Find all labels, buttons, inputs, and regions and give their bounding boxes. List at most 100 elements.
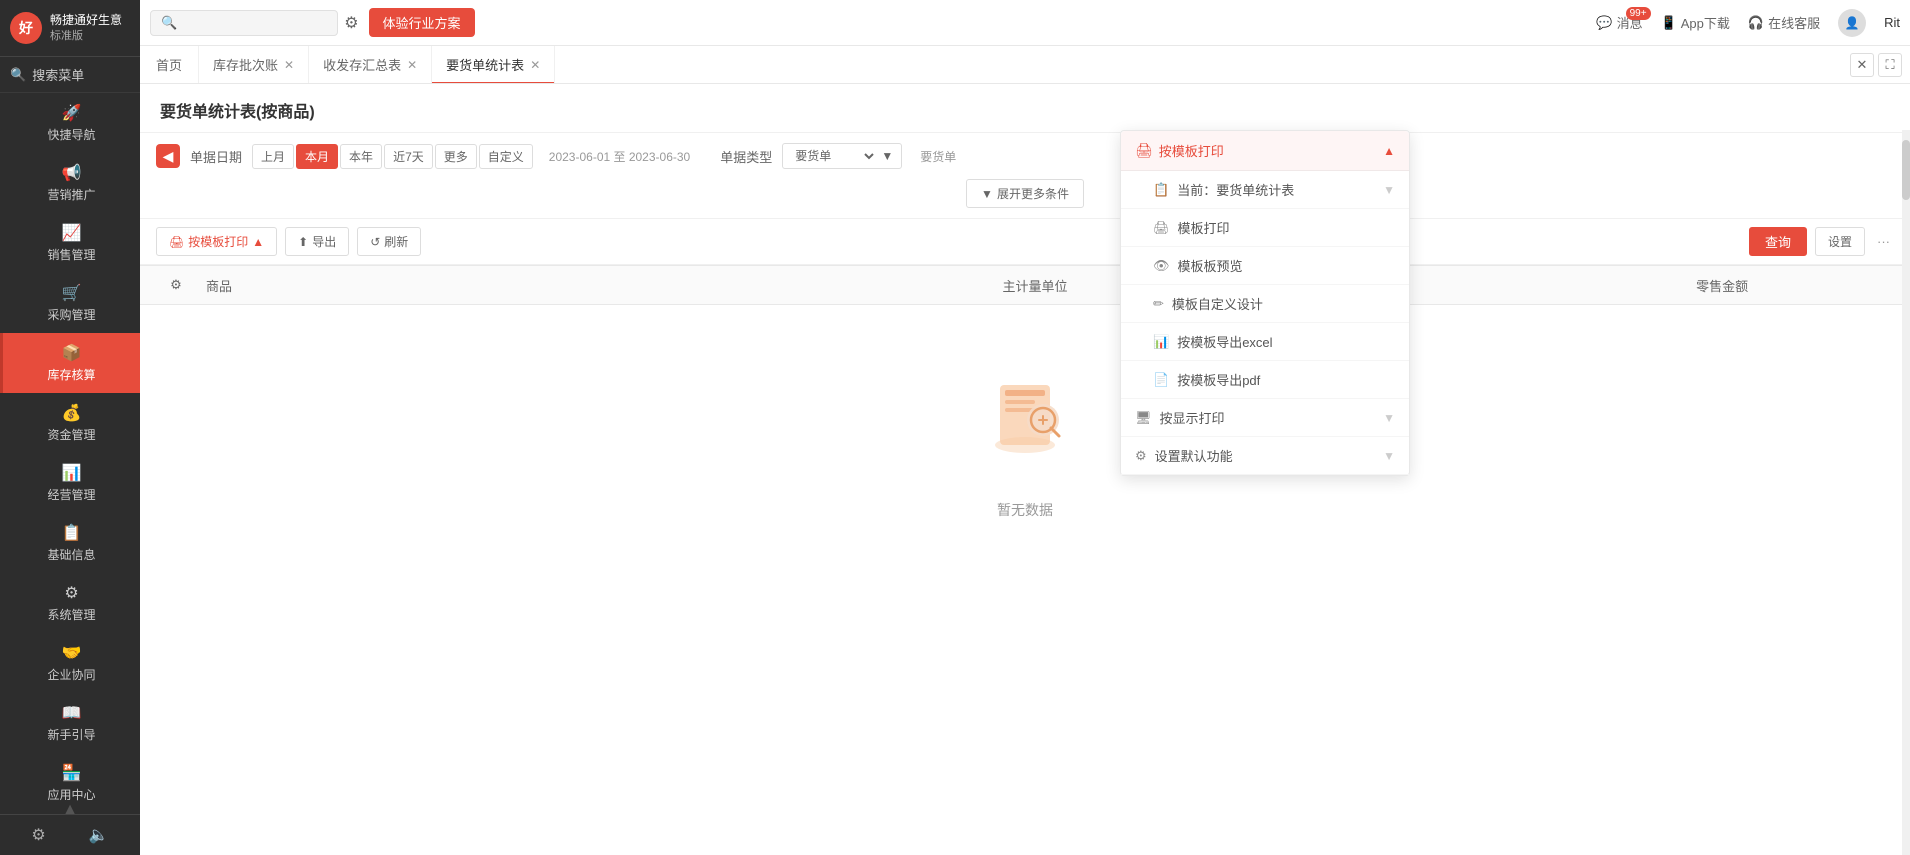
current-template-icon: 📋 [1153,182,1169,198]
dropdown-display-print[interactable]: 🖥 按显示打印 ▼ [1121,399,1409,437]
page-header: 要货单统计表(按商品) [140,84,1910,133]
topbar-right: 💬 消息 99+ 📱 App下载 🎧 在线客服 👤 Rit [1596,9,1900,37]
tab-close-receive-summary[interactable]: ✕ [407,58,417,72]
topbar-search-box[interactable]: 🔍 [150,10,338,36]
table-settings-icon[interactable]: ⚙ [170,277,182,292]
dropdown-template-preview[interactable]: 👁 模板板预览 [1121,247,1409,285]
messages-btn[interactable]: 💬 消息 99+ [1596,13,1642,32]
online-service-icon: 🎧 [1748,15,1764,31]
dropdown-title: 按模板打印 [1159,141,1383,160]
sidebar-bottom: ⚙ 🔈 [0,814,140,855]
export-pdf-label: 按模板导出pdf [1177,370,1395,389]
sidebar-item-label: 企业协同 [47,666,95,683]
template-preview-icon: 👁 [1153,258,1170,274]
tab-inventory-batch[interactable]: 库存批次账 ✕ [199,46,309,84]
tab-order-stats[interactable]: 要货单统计表 ✕ [432,46,555,84]
sidebar-item-quick-nav[interactable]: 🚀 快捷导航 [0,93,140,153]
expand-more-btn[interactable]: ▼ 展开更多条件 [966,179,1084,208]
refresh-label: 刷新 [384,233,408,250]
date-btn-current-month[interactable]: 本月 [296,144,338,169]
type-filter-label: 单据类型 [720,147,772,166]
tab-home[interactable]: 首页 [140,46,199,84]
tab-receive-summary[interactable]: 收发存汇总表 ✕ [309,46,432,84]
print-btn[interactable]: 🖨 按模板打印 ▲ [156,227,277,256]
sidebar-item-label: 营销推广 [47,186,95,203]
guide-icon: 📖 [62,703,82,723]
dropdown-set-default[interactable]: ⚙ 设置默认功能 ▼ [1121,437,1409,475]
tabbar-expand-btn[interactable]: ⛶ [1878,53,1902,77]
sidebar-item-sales[interactable]: 📈 销售管理 [0,213,140,273]
sidebar-item-inventory[interactable]: 📦 库存核算 [0,333,140,393]
app-download-btn[interactable]: 📱 App下载 [1661,13,1730,32]
app-version: 标准版 [50,29,122,44]
refresh-btn[interactable]: ↺ 刷新 [357,227,421,256]
sidebar-item-app-center[interactable]: 🏪 应用中心 [0,753,140,806]
sidebar-item-funds[interactable]: 💰 资金管理 [0,393,140,453]
expand-icon: ▼ [981,187,993,201]
sidebar-nav: 🚀 快捷导航 📢 营销推广 📈 销售管理 🛒 采购管理 📦 库存核算 💰 资金管… [0,93,140,806]
type-filter-select[interactable]: 要货单 ▼ [782,143,902,169]
search-icon: 🔍 [10,67,26,83]
sidebar-item-basic-info[interactable]: 📋 基础信息 [0,513,140,573]
set-default-arrow-icon: ▼ [1383,449,1395,463]
display-print-icon: 🖥 [1135,410,1152,426]
topbar-search-input[interactable] [177,16,327,30]
date-btn-this-year[interactable]: 本年 [340,144,382,169]
sidebar-item-label: 销售管理 [47,246,95,263]
funds-icon: 💰 [62,403,82,423]
dropdown-template-design[interactable]: ✏ 模板自定义设计 [1121,285,1409,323]
export-btn[interactable]: ⬆ 导出 [285,227,349,256]
app-center-icon: 🏪 [62,763,82,783]
sidebar-item-system[interactable]: ⚙ 系统管理 [0,573,140,633]
sidebar-item-label: 经营管理 [47,486,95,503]
export-excel-icon: 📊 [1153,334,1169,350]
system-icon: ⚙ [64,583,78,603]
content-area: 要货单统计表(按商品) ◀ 单据日期 上月 本月 本年 近7天 更多 自定义 2… [140,84,1910,855]
more-btn[interactable]: ··· [1873,230,1894,253]
date-btn-custom[interactable]: 自定义 [479,144,533,169]
query-btn[interactable]: 查询 [1749,227,1807,256]
type-select-input[interactable]: 要货单 [791,148,877,164]
tab-close-order-stats[interactable]: ✕ [530,58,540,72]
filter-expand-btn[interactable]: ◀ [156,144,180,168]
sidebar-item-enterprise[interactable]: 🤝 企业协同 [0,633,140,693]
dropdown-template-export-pdf[interactable]: 📄 按模板导出pdf [1121,361,1409,399]
dropdown-template-print[interactable]: 🖨 模板打印 [1121,209,1409,247]
dropdown-current-template[interactable]: 📋 当前：要货单统计表 ▼ [1121,171,1409,209]
dropdown-print-icon: 🖨 [1135,142,1153,159]
topbar-gear-icon[interactable]: ⚙ [344,13,358,33]
sidebar-search[interactable]: 🔍 搜索菜单 [0,57,140,93]
right-scrollbar[interactable] [1902,130,1910,855]
empty-state: 暂无数据 [140,305,1910,580]
sidebar-item-marketing[interactable]: 📢 营销推广 [0,153,140,213]
dropdown-header[interactable]: 🖨 按模板打印 ▲ [1121,131,1409,171]
settings-bottom-btn[interactable]: ⚙ [31,825,45,845]
tabbar-close-btn[interactable]: ✕ [1850,53,1874,77]
settings-btn[interactable]: 设置 [1815,227,1865,256]
date-btn-last-7-days[interactable]: 近7天 [384,144,433,169]
require-type-label: 要货单 [920,148,956,165]
user-avatar[interactable]: 👤 [1838,9,1866,37]
sales-icon: 📈 [62,223,82,243]
online-service-btn[interactable]: 🎧 在线客服 [1748,13,1820,32]
tab-close-inventory-batch[interactable]: ✕ [284,58,294,72]
template-print-icon: 🖨 [1153,220,1170,236]
expand-label: 展开更多条件 [997,185,1069,202]
set-default-icon: ⚙ [1135,448,1147,464]
table-header: ⚙ 商品 主计量单位 主数量 零售金额 [140,265,1910,305]
sidebar-item-label: 系统管理 [47,606,95,623]
sidebar-item-guide[interactable]: 📖 新手引导 [0,693,140,753]
audio-bottom-btn[interactable]: 🔈 [89,825,109,845]
date-btn-prev-month[interactable]: 上月 [252,144,294,169]
sidebar-item-operations[interactable]: 📊 经营管理 [0,453,140,513]
date-filter-label: 单据日期 [190,147,242,166]
dropdown-template-export-excel[interactable]: 📊 按模板导出excel [1121,323,1409,361]
tab-active-indicator [432,82,554,84]
sidebar-item-label: 资金管理 [47,426,95,443]
tabbar: 首页 库存批次账 ✕ 收发存汇总表 ✕ 要货单统计表 ✕ ✕ ⛶ [140,46,1910,84]
topbar-trial-button[interactable]: 体验行业方案 [369,8,475,37]
display-print-arrow-icon: ▼ [1383,411,1395,425]
date-btn-more[interactable]: 更多 [435,144,477,169]
sidebar-item-purchase[interactable]: 🛒 采购管理 [0,273,140,333]
messages-icon: 💬 [1596,15,1612,31]
